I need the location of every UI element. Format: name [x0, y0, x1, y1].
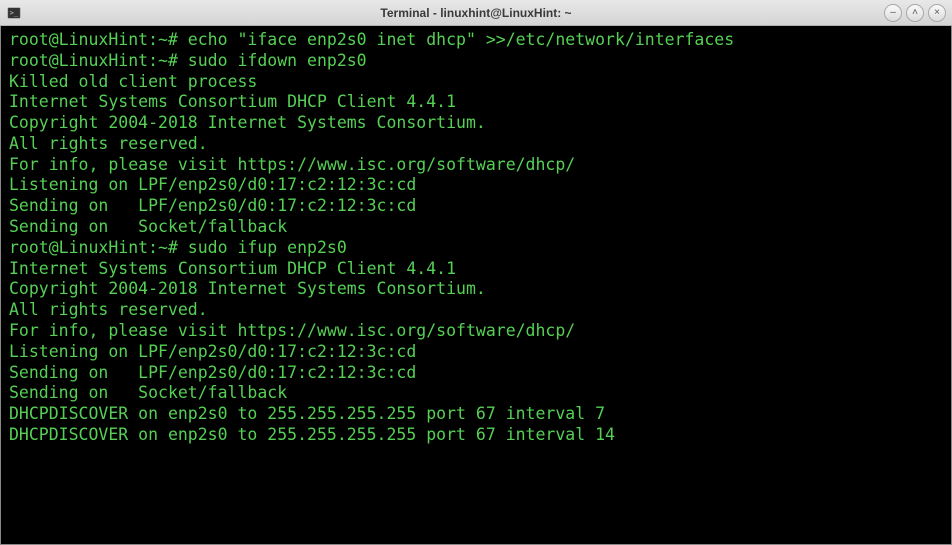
svg-text:>_: >_	[10, 8, 19, 16]
terminal-output[interactable]: root@LinuxHint:~# echo "iface enp2s0 ine…	[0, 26, 952, 545]
terminal-line: For info, please visit https://www.isc.o…	[9, 155, 943, 176]
window-controls: – ˄ ×	[884, 4, 946, 22]
terminal-line: Sending on LPF/enp2s0/d0:17:c2:12:3c:cd	[9, 363, 943, 384]
terminal-line: Listening on LPF/enp2s0/d0:17:c2:12:3c:c…	[9, 175, 943, 196]
window-title: Terminal - linuxhint@LinuxHint: ~	[380, 6, 571, 20]
minimize-button[interactable]: –	[884, 4, 902, 22]
terminal-line: Copyright 2004-2018 Internet Systems Con…	[9, 113, 943, 134]
close-button[interactable]: ×	[928, 4, 946, 22]
terminal-icon: >_	[6, 5, 22, 21]
window-titlebar: >_ Terminal - linuxhint@LinuxHint: ~ – ˄…	[0, 0, 952, 26]
terminal-line: Sending on Socket/fallback	[9, 383, 943, 404]
terminal-line: Sending on Socket/fallback	[9, 217, 943, 238]
terminal-line: Internet Systems Consortium DHCP Client …	[9, 259, 943, 280]
terminal-line: Listening on LPF/enp2s0/d0:17:c2:12:3c:c…	[9, 342, 943, 363]
terminal-line: DHCPDISCOVER on enp2s0 to 255.255.255.25…	[9, 404, 943, 425]
terminal-line: root@LinuxHint:~# sudo ifdown enp2s0	[9, 51, 943, 72]
terminal-line: Sending on LPF/enp2s0/d0:17:c2:12:3c:cd	[9, 196, 943, 217]
terminal-line: root@LinuxHint:~# echo "iface enp2s0 ine…	[9, 30, 943, 51]
terminal-line: Killed old client process	[9, 72, 943, 93]
terminal-line: Internet Systems Consortium DHCP Client …	[9, 92, 943, 113]
terminal-line: All rights reserved.	[9, 134, 943, 155]
terminal-line: For info, please visit https://www.isc.o…	[9, 321, 943, 342]
terminal-line: root@LinuxHint:~# sudo ifup enp2s0	[9, 238, 943, 259]
terminal-line: DHCPDISCOVER on enp2s0 to 255.255.255.25…	[9, 425, 943, 446]
terminal-line: All rights reserved.	[9, 300, 943, 321]
terminal-line: Copyright 2004-2018 Internet Systems Con…	[9, 279, 943, 300]
maximize-button[interactable]: ˄	[906, 4, 924, 22]
